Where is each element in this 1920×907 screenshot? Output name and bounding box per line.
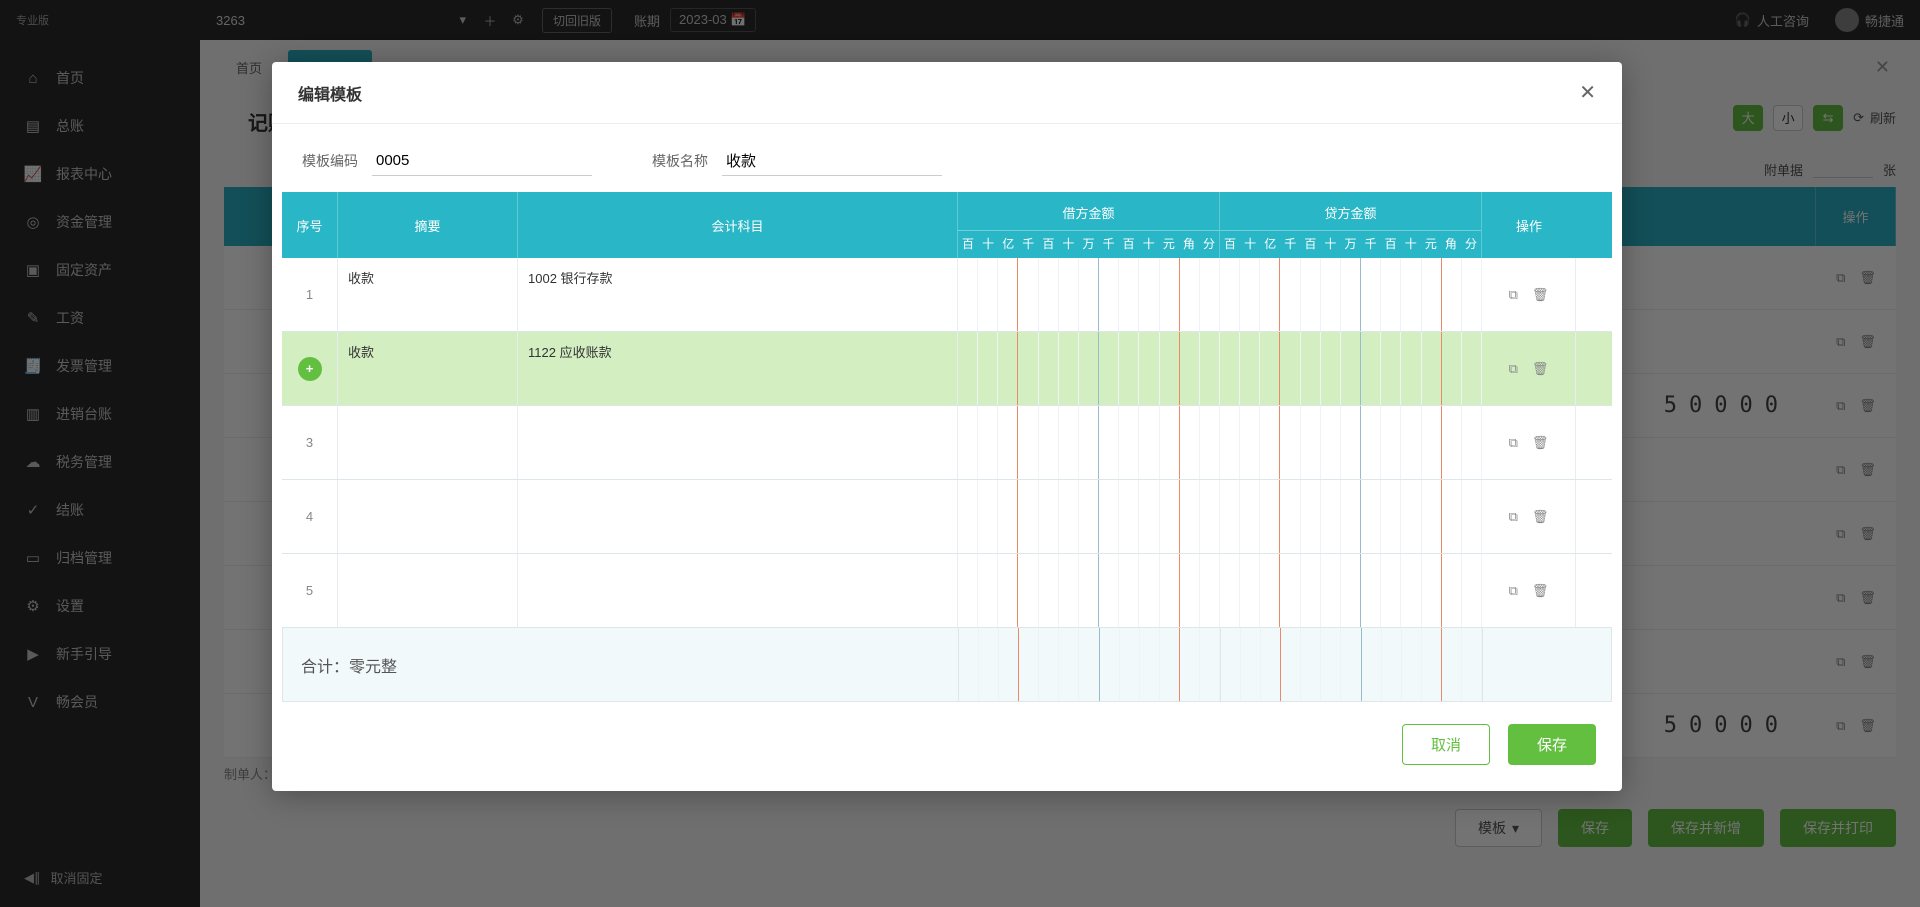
cell-account[interactable]: 1122 应收账款 [518, 332, 958, 405]
delete-icon[interactable]: 🗑 [1532, 361, 1549, 377]
edit-template-modal: 编辑模板 ✕ 模板编码 模板名称 序号 摘要 会计科目 借方金额 百十亿千百十万… [272, 62, 1622, 791]
template-table: 序号 摘要 会计科目 借方金额 百十亿千百十万千百十元角分 贷方金额 百十亿千百… [282, 192, 1612, 702]
table-row[interactable]: 1收款1002 银行存款⧉🗑 [282, 258, 1612, 332]
cell-account[interactable]: 1002 银行存款 [518, 258, 958, 331]
modal-title: 编辑模板 [298, 81, 362, 105]
table-row[interactable]: 3⧉🗑 [282, 406, 1612, 480]
th-account: 会计科目 [518, 192, 958, 258]
delete-icon[interactable]: 🗑 [1532, 435, 1549, 451]
cell-op: ⧉🗑 [1482, 332, 1576, 405]
th-credit: 贷方金额 百十亿千百十万千百十元角分 [1220, 192, 1482, 258]
delete-icon[interactable]: 🗑 [1532, 583, 1549, 599]
template-name-input[interactable] [722, 146, 942, 176]
cell-credit[interactable] [1220, 258, 1482, 331]
modal-cancel-button[interactable]: 取消 [1402, 724, 1490, 765]
total-row: 合计：零元整 [282, 628, 1612, 702]
template-code-label: 模板编码 [302, 151, 358, 171]
cell-op: ⧉🗑 [1482, 480, 1576, 553]
cell-seq: 4 [282, 480, 338, 553]
cell-seq: + [282, 332, 338, 405]
cell-summary[interactable] [338, 554, 518, 627]
cell-debit[interactable] [958, 258, 1220, 331]
cell-debit[interactable] [958, 554, 1220, 627]
cell-account[interactable] [518, 406, 958, 479]
cell-debit[interactable] [958, 406, 1220, 479]
cell-seq: 3 [282, 406, 338, 479]
cell-debit[interactable] [958, 480, 1220, 553]
cell-credit[interactable] [1220, 332, 1482, 405]
copy-icon[interactable]: ⧉ [1509, 583, 1518, 599]
table-row[interactable]: 5⧉🗑 [282, 554, 1612, 628]
close-icon[interactable]: ✕ [1579, 80, 1596, 105]
cell-credit[interactable] [1220, 406, 1482, 479]
cell-credit[interactable] [1220, 480, 1482, 553]
cell-op: ⧉🗑 [1482, 554, 1576, 627]
delete-icon[interactable]: 🗑 [1532, 287, 1549, 303]
th-debit: 借方金额 百十亿千百十万千百十元角分 [958, 192, 1220, 258]
cell-seq: 5 [282, 554, 338, 627]
copy-icon[interactable]: ⧉ [1509, 361, 1518, 377]
delete-icon[interactable]: 🗑 [1532, 509, 1549, 525]
cell-op: ⧉🗑 [1482, 258, 1576, 331]
copy-icon[interactable]: ⧉ [1509, 509, 1518, 525]
th-summary: 摘要 [338, 192, 518, 258]
cell-credit[interactable] [1220, 554, 1482, 627]
template-code-input[interactable] [372, 146, 592, 176]
cell-summary[interactable]: 收款 [338, 332, 518, 405]
cell-summary[interactable] [338, 480, 518, 553]
th-op: 操作 [1482, 192, 1576, 258]
modal-save-button[interactable]: 保存 [1508, 724, 1596, 765]
table-row[interactable]: 4⧉🗑 [282, 480, 1612, 554]
table-row[interactable]: +收款1122 应收账款⧉🗑 [282, 332, 1612, 406]
cell-debit[interactable] [958, 332, 1220, 405]
template-name-label: 模板名称 [652, 151, 708, 171]
cell-seq: 1 [282, 258, 338, 331]
th-seq: 序号 [282, 192, 338, 258]
cell-summary[interactable] [338, 406, 518, 479]
copy-icon[interactable]: ⧉ [1509, 287, 1518, 303]
cell-account[interactable] [518, 480, 958, 553]
copy-icon[interactable]: ⧉ [1509, 435, 1518, 451]
cell-account[interactable] [518, 554, 958, 627]
cell-op: ⧉🗑 [1482, 406, 1576, 479]
add-row-icon[interactable]: + [298, 357, 322, 381]
cell-summary[interactable]: 收款 [338, 258, 518, 331]
